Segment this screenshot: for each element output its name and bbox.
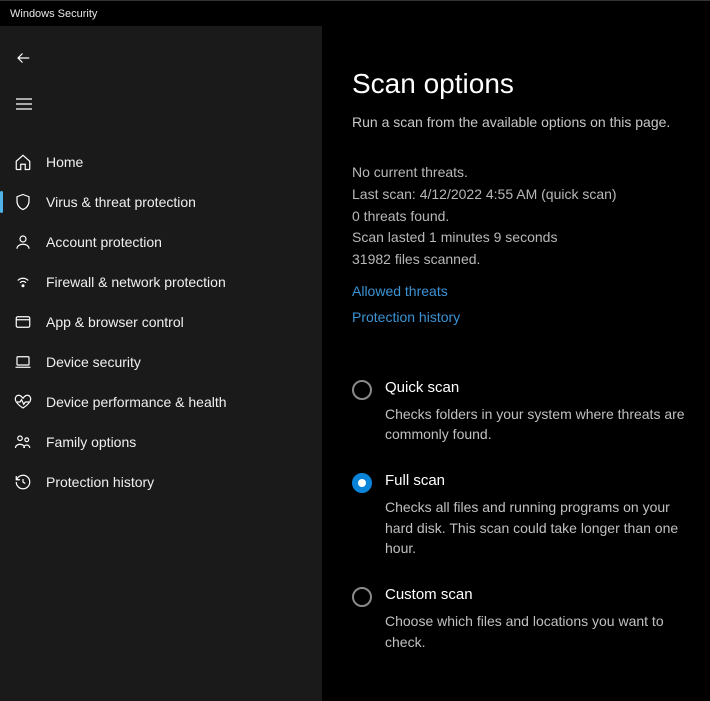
- status-text: Last scan: 4/12/2022 4:55 AM (quick scan…: [352, 184, 690, 206]
- sidebar-item-virus-threat[interactable]: Virus & threat protection: [0, 182, 322, 222]
- sidebar-item-account[interactable]: Account protection: [0, 222, 322, 262]
- status-text: 31982 files scanned.: [352, 249, 690, 271]
- radio-icon: [352, 587, 372, 607]
- sidebar-item-app-browser[interactable]: App & browser control: [0, 302, 322, 342]
- radio-desc: Choose which files and locations you wan…: [385, 611, 690, 652]
- sidebar: Home Virus & threat protection Account p…: [0, 26, 322, 701]
- scan-options: Quick scan Checks folders in your system…: [352, 379, 690, 652]
- page-subtitle: Run a scan from the available options on…: [352, 112, 690, 132]
- window-icon: [14, 313, 32, 331]
- sidebar-item-label: Home: [46, 154, 83, 170]
- radio-body: Custom scan Choose which files and locat…: [385, 586, 690, 652]
- window-title: Windows Security: [10, 8, 97, 20]
- page-title: Scan options: [352, 68, 690, 100]
- status-text: Scan lasted 1 minutes 9 seconds: [352, 227, 690, 249]
- content-wrap: Home Virus & threat protection Account p…: [0, 26, 710, 701]
- hamburger-icon: [15, 95, 33, 113]
- back-button[interactable]: [4, 38, 44, 78]
- allowed-threats-link[interactable]: Allowed threats: [352, 283, 690, 299]
- sidebar-item-family[interactable]: Family options: [0, 422, 322, 462]
- shield-icon: [14, 193, 32, 211]
- sidebar-item-label: Family options: [46, 434, 136, 450]
- family-icon: [14, 433, 32, 451]
- sidebar-item-history[interactable]: Protection history: [0, 462, 322, 502]
- radio-desc: Checks folders in your system where thre…: [385, 404, 690, 445]
- home-icon: [14, 153, 32, 171]
- radio-title: Full scan: [385, 472, 690, 489]
- radio-custom-scan[interactable]: Custom scan Choose which files and locat…: [352, 586, 690, 652]
- sidebar-item-label: Account protection: [46, 234, 162, 250]
- sidebar-item-label: App & browser control: [46, 314, 184, 330]
- radio-title: Custom scan: [385, 586, 690, 603]
- main-content: Scan options Run a scan from the availab…: [322, 26, 710, 701]
- radio-desc: Checks all files and running programs on…: [385, 497, 690, 558]
- wifi-icon: [14, 273, 32, 291]
- history-icon: [14, 473, 32, 491]
- person-icon: [14, 233, 32, 251]
- radio-icon: [352, 380, 372, 400]
- sidebar-item-firewall[interactable]: Firewall & network protection: [0, 262, 322, 302]
- sidebar-item-device-security[interactable]: Device security: [0, 342, 322, 382]
- radio-body: Full scan Checks all files and running p…: [385, 472, 690, 558]
- radio-quick-scan[interactable]: Quick scan Checks folders in your system…: [352, 379, 690, 445]
- status-block: No current threats. Last scan: 4/12/2022…: [352, 162, 690, 270]
- sidebar-item-label: Virus & threat protection: [46, 194, 196, 210]
- sidebar-item-home[interactable]: Home: [0, 142, 322, 182]
- menu-toggle-button[interactable]: [4, 84, 44, 124]
- status-text: 0 threats found.: [352, 206, 690, 228]
- radio-full-scan[interactable]: Full scan Checks all files and running p…: [352, 472, 690, 558]
- radio-icon: [352, 473, 372, 493]
- titlebar: Windows Security: [0, 0, 710, 26]
- heart-icon: [14, 393, 32, 411]
- arrow-left-icon: [15, 49, 33, 67]
- sidebar-item-label: Device security: [46, 354, 141, 370]
- laptop-icon: [14, 353, 32, 371]
- radio-title: Quick scan: [385, 379, 690, 396]
- radio-body: Quick scan Checks folders in your system…: [385, 379, 690, 445]
- sidebar-item-label: Firewall & network protection: [46, 274, 226, 290]
- status-text: No current threats.: [352, 162, 690, 184]
- sidebar-item-label: Device performance & health: [46, 394, 227, 410]
- sidebar-item-label: Protection history: [46, 474, 154, 490]
- sidebar-item-performance[interactable]: Device performance & health: [0, 382, 322, 422]
- protection-history-link[interactable]: Protection history: [352, 309, 690, 325]
